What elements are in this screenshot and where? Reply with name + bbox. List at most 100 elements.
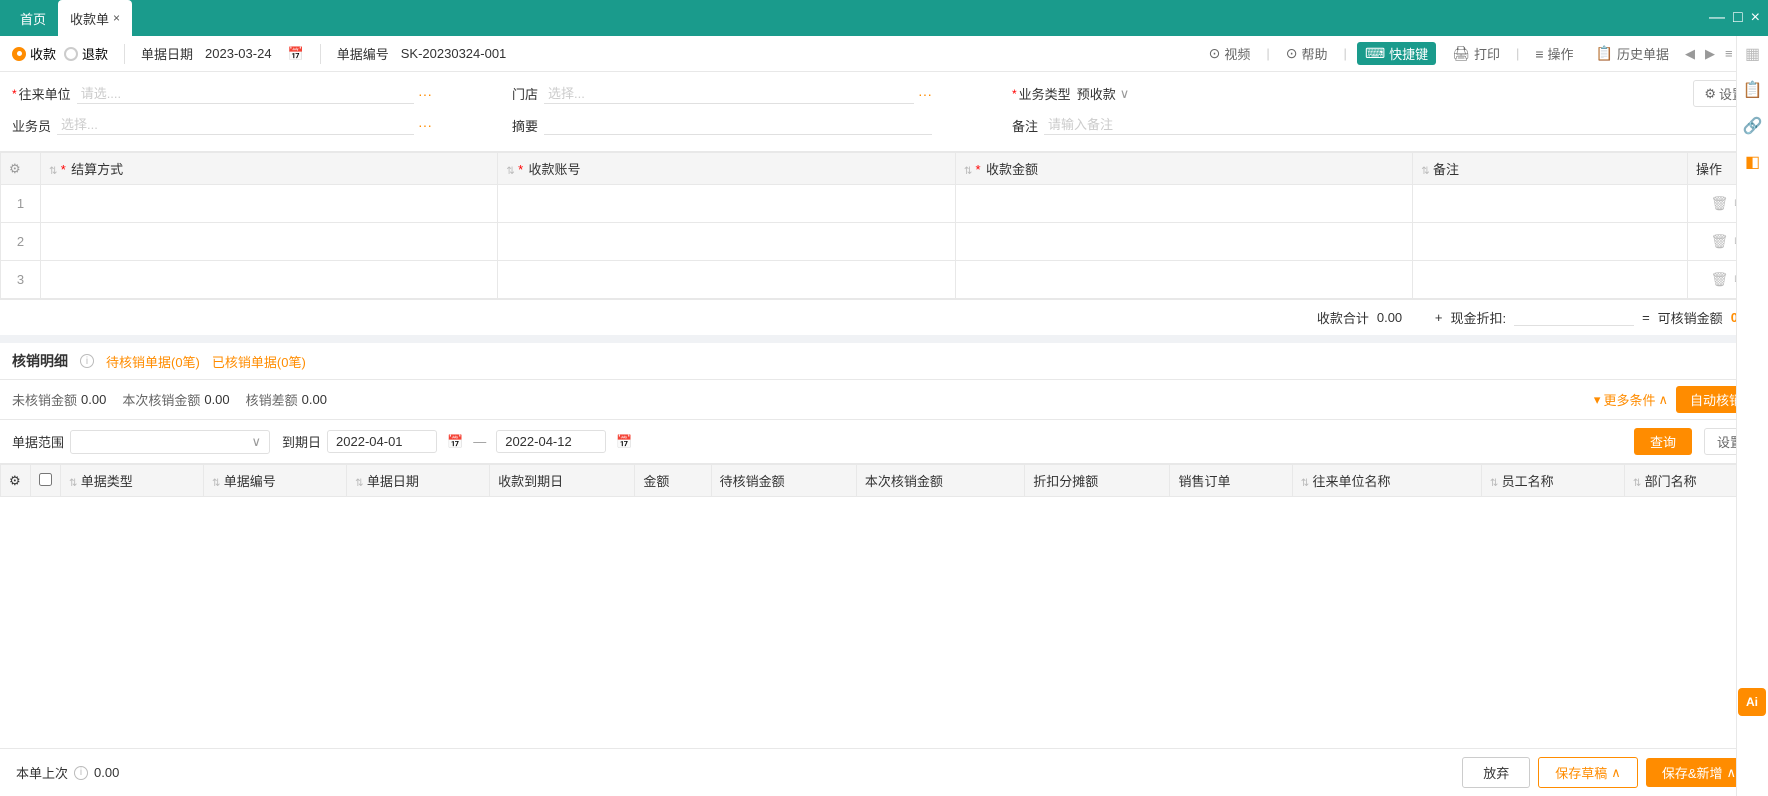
col-due-date: 收款到期日	[490, 465, 635, 497]
required-star-2: *	[1012, 87, 1017, 101]
more-conditions-label: 更多条件	[1603, 390, 1655, 409]
done-tab[interactable]: 已核销单据(0笔)	[212, 352, 306, 371]
row-2-remark[interactable]	[1413, 223, 1688, 261]
row-2-delete-icon[interactable]: 🗑	[1711, 233, 1729, 250]
video-btn[interactable]: ⊙ 视频	[1203, 42, 1257, 65]
draft-arrow-icon: ∧	[1611, 765, 1621, 781]
pending-tab-label: 待核销单据(0笔)	[106, 355, 200, 370]
history-btn[interactable]: 📋 历史单据	[1590, 42, 1675, 65]
row-2-amount[interactable]	[955, 223, 1412, 261]
date-to-input[interactable]	[496, 430, 606, 453]
available-label: 可核销金额	[1658, 308, 1723, 327]
prev-icon[interactable]: ◀	[1685, 46, 1695, 62]
close-tab-icon[interactable]: ×	[113, 11, 120, 25]
bill-date-label: 单据日期	[141, 44, 193, 63]
nav-home[interactable]: 首页	[8, 0, 58, 36]
discount-input[interactable]	[1514, 310, 1634, 326]
row-3-delete-icon[interactable]: 🗑	[1711, 271, 1729, 288]
sort-staff: ⇅	[1490, 478, 1498, 489]
col-remark-label: 备注	[1433, 162, 1459, 177]
query-btn[interactable]: 查询	[1634, 428, 1692, 455]
row-2-account[interactable]	[498, 223, 955, 261]
verification-header: 核销明细 i 待核销单据(0笔) 已核销单据(0笔)	[0, 343, 1768, 380]
date-from-input[interactable]	[327, 430, 437, 453]
ai-btn[interactable]: Ai	[1738, 688, 1766, 716]
business-type-value: 预收款	[1077, 84, 1116, 103]
col-amount-label: 收款金额	[986, 162, 1038, 177]
business-type-dropdown-icon[interactable]: ∨	[1120, 86, 1130, 102]
panel-icon-2[interactable]: 📋	[1743, 80, 1763, 100]
bill-prev-info-icon[interactable]: i	[74, 766, 88, 780]
due-date-field: 到期日 📅 — 📅	[282, 430, 636, 453]
staff-more-btn[interactable]: ···	[418, 117, 432, 133]
col-bill-date-label: 单据日期	[367, 474, 419, 489]
panel-icon-1[interactable]: ▦	[1745, 44, 1760, 64]
col-staff-name: ⇅ 员工名称	[1481, 465, 1624, 497]
print-btn[interactable]: 🖨 打印	[1446, 42, 1506, 65]
pending-tab[interactable]: 待核销单据(0笔)	[106, 352, 200, 371]
table-row: 3 🗑 ⧉	[1, 261, 1768, 299]
form-row-2: 业务员 ··· 摘要 备注	[12, 115, 1756, 135]
close-window-icon[interactable]: ×	[1751, 9, 1760, 27]
col-bill-date: ⇅ 单据日期	[347, 465, 490, 497]
row-1-remark[interactable]	[1413, 185, 1688, 223]
table-gear-icon-2[interactable]: ⚙	[9, 473, 21, 488]
verification-info-icon[interactable]: i	[80, 354, 94, 368]
summary-input[interactable]	[544, 115, 932, 135]
save-draft-btn[interactable]: 保存草稿 ∧	[1538, 757, 1638, 788]
form-row-1: * 往来单位 ··· 门店 ··· * 业务类型 预收款 ∨ ⚙	[12, 80, 1756, 107]
table-gear-icon[interactable]: ⚙	[9, 161, 21, 176]
row-1-delete-icon[interactable]: 🗑	[1711, 195, 1729, 212]
col-sales-order-label: 销售订单	[1178, 474, 1230, 489]
radio-receipt[interactable]: 收款	[12, 44, 56, 63]
operation-btn[interactable]: ≡ 操作	[1529, 42, 1579, 65]
bill-date-calendar-icon[interactable]: 📅	[288, 46, 304, 62]
col-account: ⇅ * 收款账号	[498, 153, 955, 185]
help-btn[interactable]: ⊙ 帮助	[1280, 42, 1334, 65]
radio-refund[interactable]: 退款	[64, 44, 108, 63]
select-all-checkbox[interactable]	[39, 473, 52, 486]
row-3-account[interactable]	[498, 261, 955, 299]
remark-input[interactable]	[1044, 115, 1756, 135]
shortcut-btn[interactable]: ⌨ 快捷键	[1357, 42, 1436, 65]
bill-range-arrow: ∨	[252, 434, 262, 450]
next-icon[interactable]: ▶	[1705, 46, 1715, 62]
maximize-icon[interactable]: □	[1733, 9, 1743, 27]
radio-refund-label: 退款	[82, 44, 108, 63]
counterparty-more-btn[interactable]: ···	[418, 86, 432, 102]
abandon-btn[interactable]: 放弃	[1462, 757, 1530, 788]
row-3-settlement[interactable]	[41, 261, 498, 299]
row-3-amount[interactable]	[955, 261, 1412, 299]
panel-icon-3[interactable]: 🔗	[1743, 116, 1763, 136]
panel-icon-4[interactable]: ◧	[1745, 152, 1760, 172]
verification-title: 核销明细	[12, 351, 68, 371]
col-gear: ⚙	[1, 153, 41, 185]
store-input[interactable]	[544, 84, 914, 104]
row-1-account[interactable]	[498, 185, 955, 223]
bill-range-field: 单据范围 ∨	[12, 430, 270, 454]
row-3-remark[interactable]	[1413, 261, 1688, 299]
main-content: 收款 退款 单据日期 2023-03-24 📅 单据编号 SK-20230324…	[0, 36, 1768, 796]
divider-2	[320, 44, 321, 64]
col-bill-no: ⇅ 单据编号	[204, 465, 347, 497]
store-more-btn[interactable]: ···	[918, 86, 932, 102]
bill-range-select[interactable]: ∨	[70, 430, 270, 454]
row-2-settlement[interactable]	[41, 223, 498, 261]
remark-field: 备注	[1012, 115, 1756, 135]
minimize-icon[interactable]: —	[1709, 9, 1725, 27]
bill-no-label: 单据编号	[337, 44, 389, 63]
more-conditions-btn[interactable]: ▾ 更多条件 ∧	[1594, 390, 1668, 409]
counterparty-input[interactable]	[77, 84, 414, 104]
top-nav: 首页 收款单 × — □ ×	[0, 0, 1768, 36]
total-value: 0.00	[1377, 310, 1427, 325]
col-amount: ⇅ * 收款金额	[955, 153, 1412, 185]
nav-current-tab[interactable]: 收款单 ×	[58, 0, 132, 36]
receipt-type-radio: 收款 退款	[12, 44, 108, 63]
line-items-table: ⚙ ⇅ * 结算方式 ⇅ * 收款账号 ⇅ * 收款	[0, 152, 1768, 299]
list-icon[interactable]: ≡	[1725, 46, 1733, 61]
staff-input[interactable]	[57, 115, 414, 135]
row-1-settlement[interactable]	[41, 185, 498, 223]
row-1-amount[interactable]	[955, 185, 1412, 223]
date-calendar-icon-1[interactable]: 📅	[447, 434, 463, 450]
date-calendar-icon-2[interactable]: 📅	[616, 434, 632, 450]
